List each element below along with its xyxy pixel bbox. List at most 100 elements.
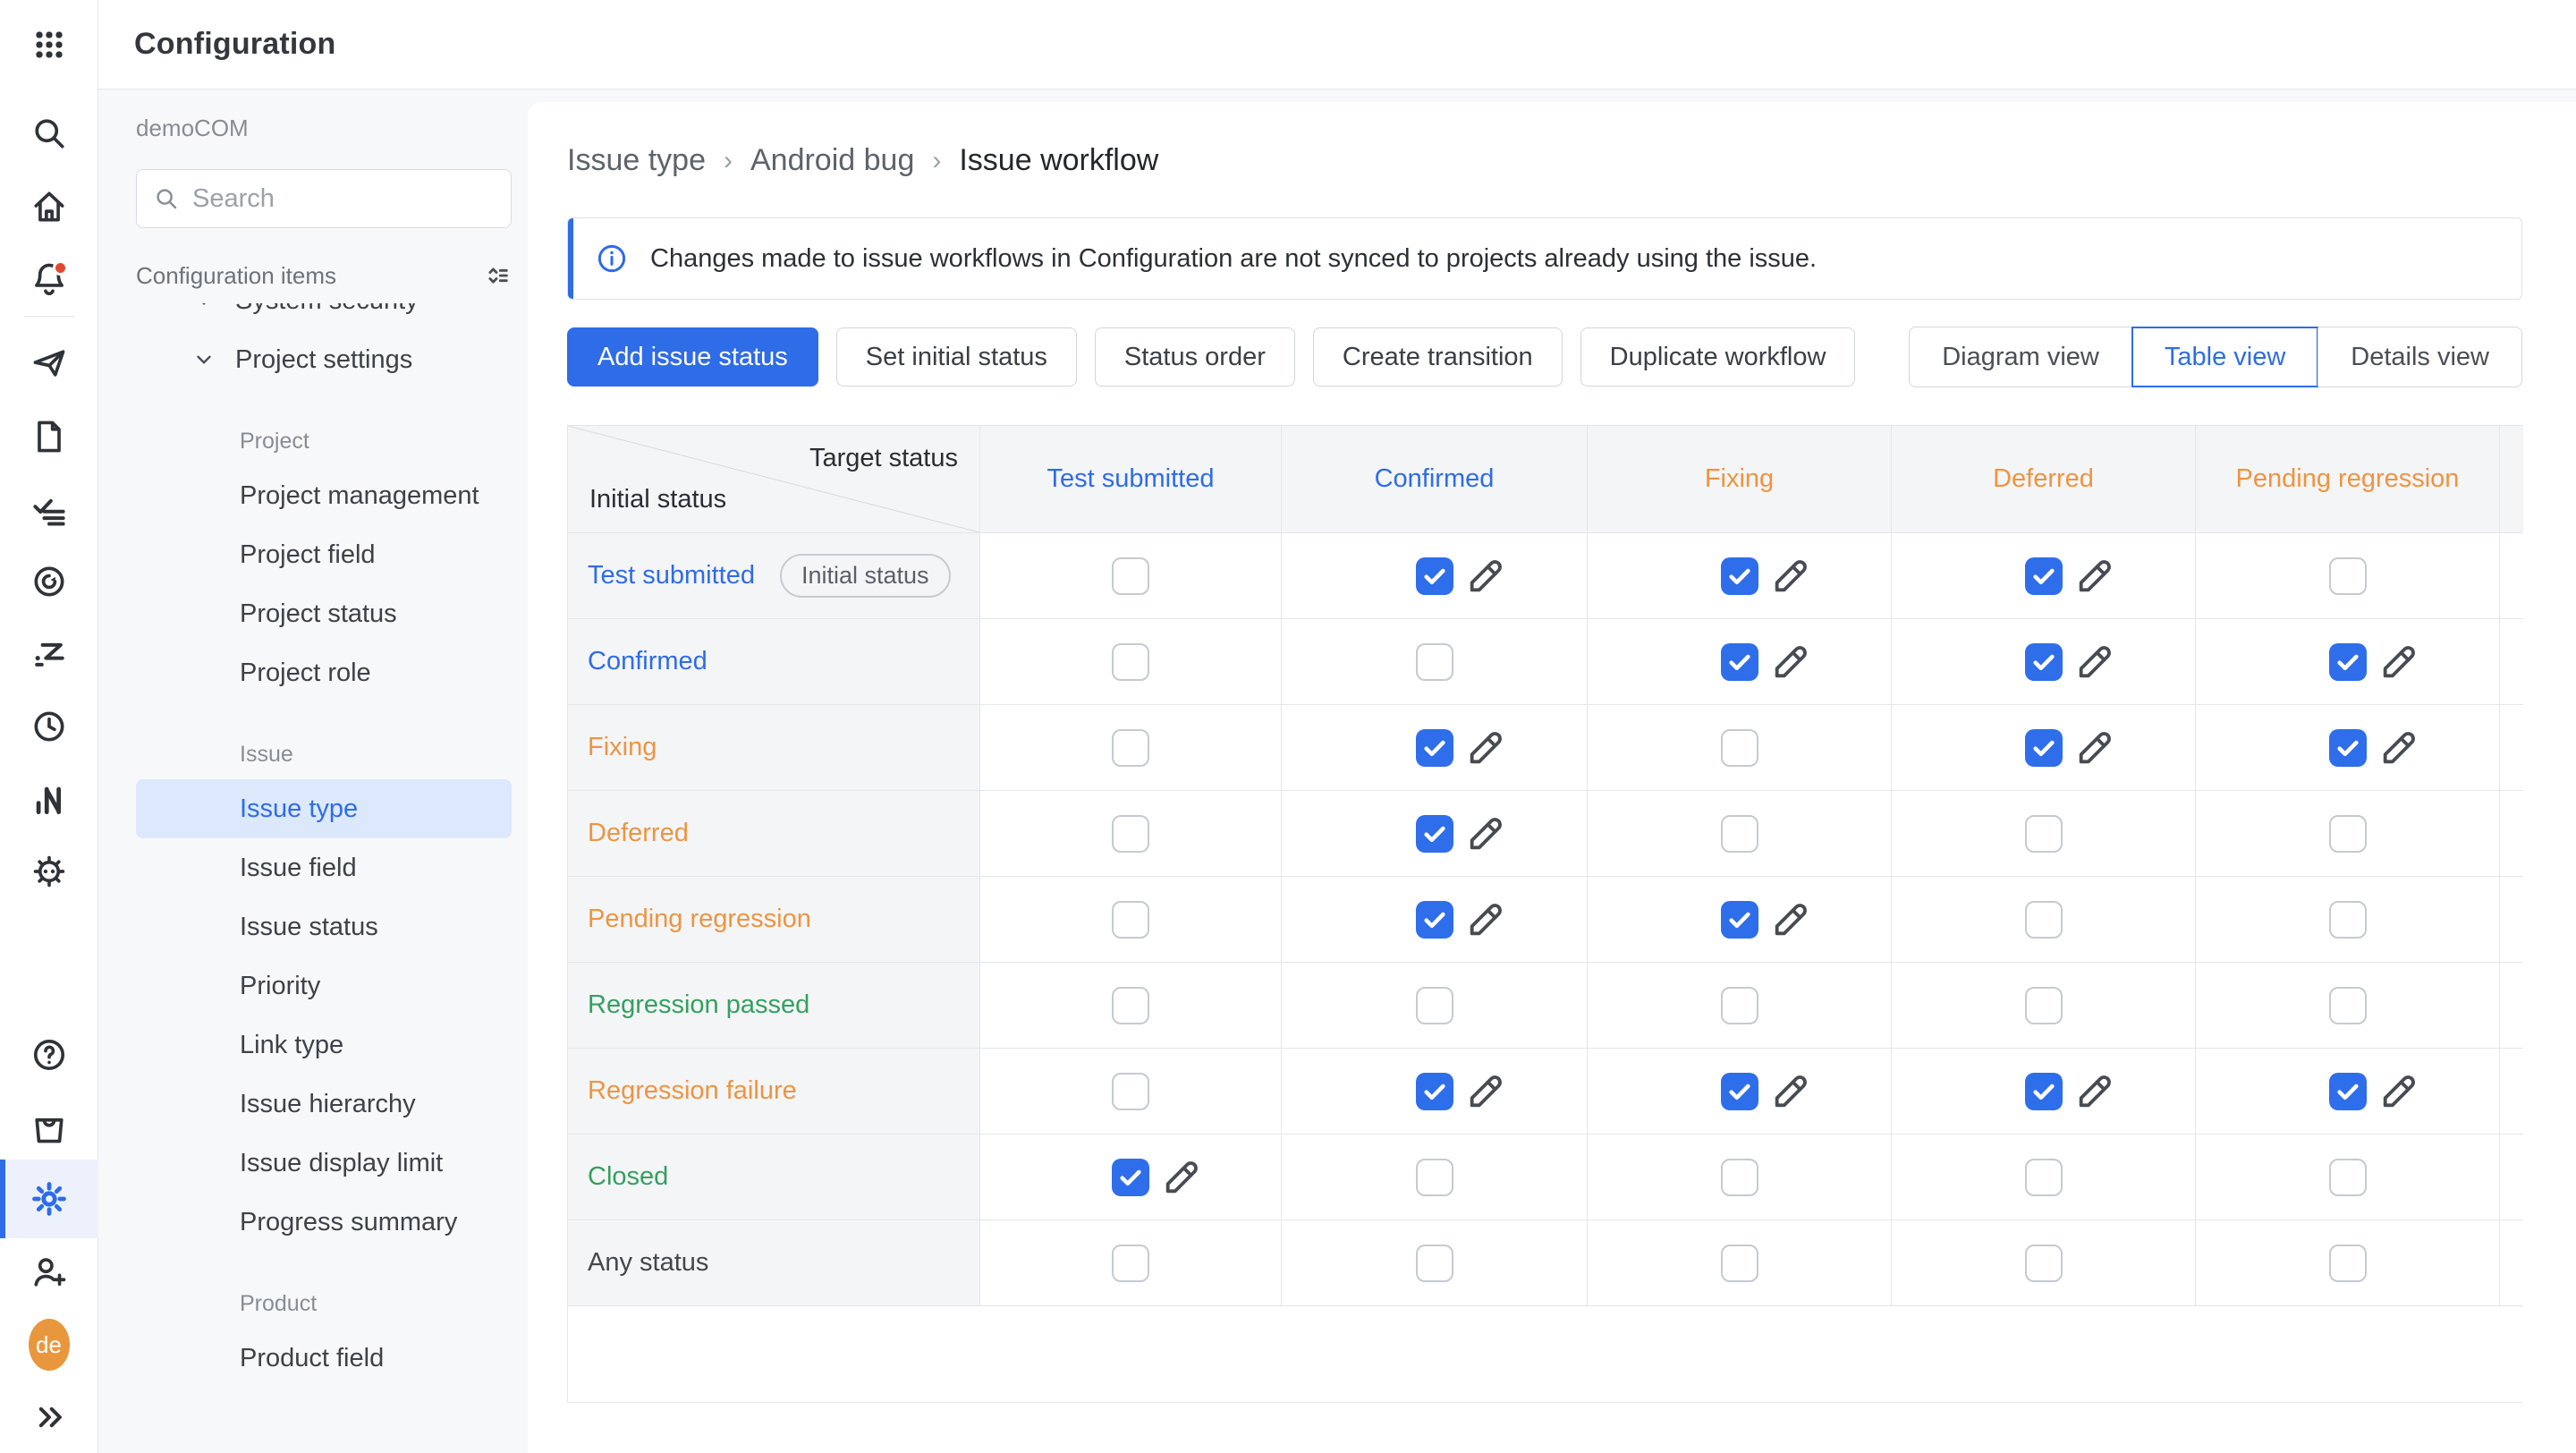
clock-icon[interactable] — [29, 706, 70, 747]
sort-list-icon[interactable] — [481, 260, 512, 291]
transition-checkbox[interactable] — [1720, 557, 1758, 595]
transition-checkbox[interactable] — [2328, 1072, 2367, 1110]
wiki-icon[interactable] — [29, 633, 70, 675]
transition-checkbox[interactable] — [1112, 1158, 1149, 1196]
search-input[interactable] — [192, 183, 495, 214]
sidebar-search[interactable] — [136, 169, 512, 228]
bag-icon[interactable] — [29, 1107, 70, 1148]
sidebar-item-product-field[interactable]: Product field — [136, 1329, 512, 1388]
transition-checkbox[interactable] — [2328, 1158, 2367, 1196]
transition-checkbox[interactable] — [2024, 900, 2063, 939]
sidebar-item-priority[interactable]: Priority — [136, 956, 512, 1015]
transition-checkbox[interactable] — [2024, 986, 2063, 1024]
automation-icon[interactable] — [29, 851, 70, 892]
send-icon[interactable] — [29, 343, 70, 384]
add-issue-status-button[interactable]: Add issue status — [567, 327, 818, 387]
sidebar-item-issue-type[interactable]: Issue type — [136, 779, 512, 838]
edit-transition-icon[interactable] — [1770, 899, 1811, 940]
transition-checkbox[interactable] — [2328, 557, 2367, 595]
transition-checkbox[interactable] — [1415, 814, 1453, 853]
transition-checkbox[interactable] — [2328, 728, 2367, 767]
edit-transition-icon[interactable] — [1465, 556, 1506, 597]
edit-transition-icon[interactable] — [2378, 642, 2419, 683]
sidebar-item-link-type[interactable]: Link type — [136, 1015, 512, 1075]
transition-checkbox[interactable] — [1112, 1072, 1149, 1110]
breadcrumb-item-android-bug[interactable]: Android bug — [750, 143, 914, 178]
edit-transition-icon[interactable] — [1465, 813, 1506, 854]
transition-checkbox[interactable] — [2328, 1244, 2367, 1282]
transition-checkbox[interactable] — [2024, 642, 2063, 681]
home-icon[interactable] — [29, 186, 70, 227]
help-icon[interactable] — [29, 1034, 70, 1075]
collapse-chevrons-icon[interactable] — [29, 1397, 70, 1438]
edit-transition-icon[interactable] — [2074, 556, 2115, 597]
edit-transition-icon[interactable] — [1465, 1071, 1506, 1112]
transition-checkbox[interactable] — [2024, 557, 2063, 595]
set-initial-status-button[interactable]: Set initial status — [835, 327, 1077, 387]
sidebar-item-issue-hierarchy[interactable]: Issue hierarchy — [136, 1075, 512, 1134]
transition-checkbox[interactable] — [2328, 642, 2367, 681]
transition-checkbox[interactable] — [2024, 1072, 2063, 1110]
search-icon[interactable] — [29, 113, 70, 154]
sidebar-item-progress-summary[interactable]: Progress summary — [136, 1193, 512, 1252]
file-icon[interactable] — [29, 416, 70, 457]
edit-transition-icon[interactable] — [1770, 1071, 1811, 1112]
transition-checkbox[interactable] — [1720, 900, 1758, 939]
edit-transition-icon[interactable] — [2378, 727, 2419, 769]
settings-gear-icon[interactable] — [29, 1178, 70, 1219]
transition-checkbox[interactable] — [1112, 1244, 1149, 1282]
transition-checkbox[interactable] — [1112, 986, 1149, 1024]
transition-checkbox[interactable] — [2328, 900, 2367, 939]
transition-checkbox[interactable] — [1415, 642, 1453, 681]
sprint-icon[interactable] — [29, 561, 70, 602]
transition-checkbox[interactable] — [2328, 814, 2367, 853]
transition-checkbox[interactable] — [1415, 1158, 1453, 1196]
add-member-icon[interactable] — [29, 1252, 70, 1293]
duplicate-workflow-button[interactable]: Duplicate workflow — [1580, 327, 1856, 387]
view-segment-details-view[interactable]: Details view — [2318, 327, 2521, 387]
view-segment-table-view[interactable]: Table view — [2131, 327, 2319, 387]
sidebar-item-issue-field[interactable]: Issue field — [136, 838, 512, 897]
sidebar-item-issue-status[interactable]: Issue status — [136, 897, 512, 956]
transition-checkbox[interactable] — [1720, 1244, 1758, 1282]
view-segment-diagram-view[interactable]: Diagram view — [1910, 327, 2131, 387]
breadcrumb-item-issue-type[interactable]: Issue type — [567, 143, 706, 178]
transition-checkbox[interactable] — [1112, 728, 1149, 767]
transition-checkbox[interactable] — [1112, 557, 1149, 595]
transition-checkbox[interactable] — [1720, 1072, 1758, 1110]
edit-transition-icon[interactable] — [1770, 556, 1811, 597]
status-order-button[interactable]: Status order — [1094, 327, 1295, 387]
edit-transition-icon[interactable] — [1161, 1157, 1202, 1198]
transition-checkbox[interactable] — [1415, 1072, 1453, 1110]
transition-checkbox[interactable] — [1415, 986, 1453, 1024]
transition-checkbox[interactable] — [1112, 900, 1149, 939]
tasks-icon[interactable] — [29, 489, 70, 530]
transition-checkbox[interactable] — [1415, 728, 1453, 767]
tree-item-project-settings[interactable]: Project settings — [98, 330, 528, 389]
transition-checkbox[interactable] — [2024, 1244, 2063, 1282]
tree-item-system-security[interactable]: System security — [98, 303, 528, 330]
transition-checkbox[interactable] — [2024, 728, 2063, 767]
sidebar-item-project-management[interactable]: Project management — [136, 466, 512, 525]
transition-checkbox[interactable] — [1415, 557, 1453, 595]
chart-icon[interactable] — [29, 778, 70, 820]
transition-checkbox[interactable] — [1415, 1244, 1453, 1282]
transition-checkbox[interactable] — [1720, 728, 1758, 767]
transition-checkbox[interactable] — [2328, 986, 2367, 1024]
notifications-bell-icon[interactable] — [29, 259, 70, 300]
transition-checkbox[interactable] — [1720, 1158, 1758, 1196]
transition-checkbox[interactable] — [2024, 814, 2063, 853]
edit-transition-icon[interactable] — [2074, 1071, 2115, 1112]
sidebar-item-project-field[interactable]: Project field — [136, 525, 512, 584]
sidebar-item-issue-display-limit[interactable]: Issue display limit — [136, 1134, 512, 1193]
edit-transition-icon[interactable] — [2074, 642, 2115, 683]
edit-transition-icon[interactable] — [1770, 642, 1811, 683]
edit-transition-icon[interactable] — [2378, 1071, 2419, 1112]
transition-checkbox[interactable] — [1415, 900, 1453, 939]
transition-checkbox[interactable] — [1720, 986, 1758, 1024]
transition-checkbox[interactable] — [1720, 642, 1758, 681]
edit-transition-icon[interactable] — [1465, 899, 1506, 940]
edit-transition-icon[interactable] — [1465, 727, 1506, 769]
transition-checkbox[interactable] — [1112, 642, 1149, 681]
transition-checkbox[interactable] — [2024, 1158, 2063, 1196]
